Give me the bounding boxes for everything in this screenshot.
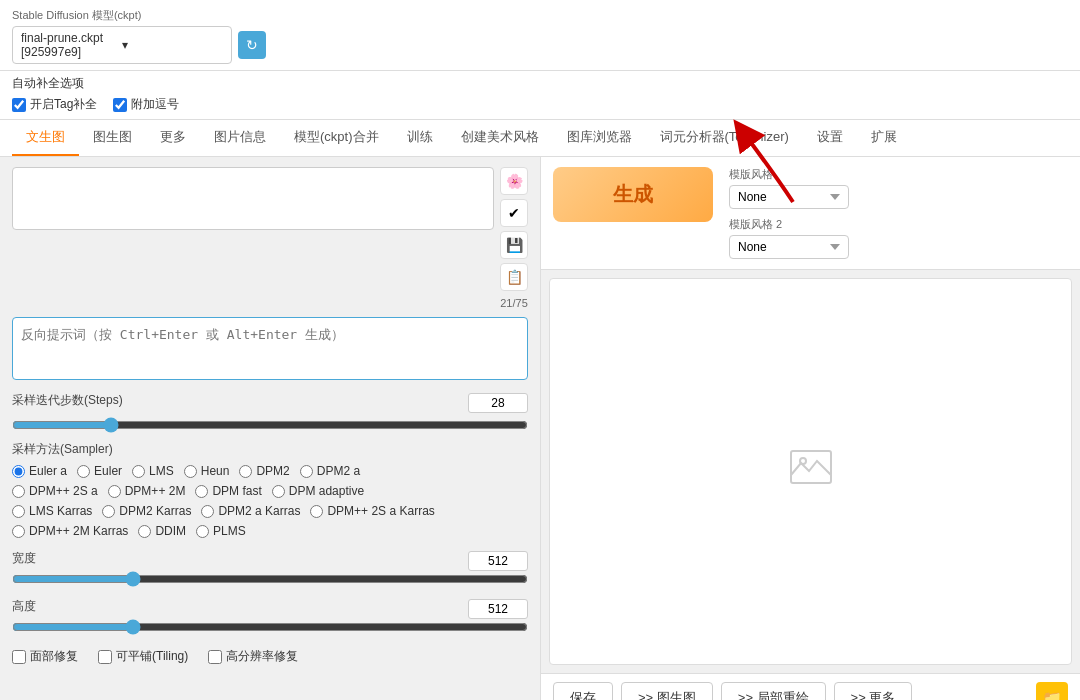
- width-label: 宽度: [12, 550, 36, 567]
- bottom-buttons: 保存 >> 图生图 >> 局部重绘 >> 更多 📁: [541, 673, 1080, 700]
- right-panel: 生成 模版风格 None Style1 模版风格 2 No: [540, 157, 1080, 700]
- sampler-heun[interactable]: Heun: [184, 464, 230, 478]
- token-count: 21/75: [500, 297, 528, 309]
- sampler-dpmpp2sa[interactable]: DPM++ 2S a: [12, 484, 98, 498]
- steps-input[interactable]: [468, 393, 528, 413]
- tab-gallery[interactable]: 图库浏览器: [553, 120, 646, 156]
- auto-complete-title: 自动补全选项: [12, 75, 1068, 92]
- clipboard-button[interactable]: 📋: [500, 263, 528, 291]
- tab-create-style[interactable]: 创建美术风格: [447, 120, 553, 156]
- sampler-euler[interactable]: Euler: [77, 464, 122, 478]
- prompt-input[interactable]: [12, 167, 494, 230]
- sampler-dpmpp2m[interactable]: DPM++ 2M: [108, 484, 186, 498]
- sampler-dpmpp2sakarras[interactable]: DPM++ 2S a Karras: [310, 504, 434, 518]
- style1-label: 模版风格: [729, 167, 849, 182]
- tab-train[interactable]: 训练: [393, 120, 447, 156]
- side-icons: 🌸 ✔ 💾 📋 21/75: [500, 167, 528, 309]
- sampler-dpmfast[interactable]: DPM fast: [195, 484, 261, 498]
- sampler-euler-a[interactable]: Euler a: [12, 464, 67, 478]
- height-slider[interactable]: [12, 619, 528, 635]
- model-chevron-icon: ▾: [122, 38, 223, 52]
- height-label: 高度: [12, 598, 36, 615]
- more-btn[interactable]: >> 更多: [834, 682, 913, 700]
- tiling-label: 可平铺(Tiling): [116, 648, 188, 665]
- tab-img2img[interactable]: 图生图: [79, 120, 146, 156]
- model-label: Stable Diffusion 模型(ckpt): [12, 8, 1068, 23]
- left-panel: 🌸 ✔ 💾 📋 21/75 采样迭代步数(Steps) 采样方法(Sampler…: [0, 157, 540, 700]
- folder-button[interactable]: 📁: [1036, 682, 1068, 700]
- sampler-lmskarras[interactable]: LMS Karras: [12, 504, 92, 518]
- save-btn[interactable]: 保存: [553, 682, 613, 700]
- hires-fix-checkbox-label[interactable]: 高分辨率修复: [208, 648, 298, 665]
- img2img-btn[interactable]: >> 图生图: [621, 682, 713, 700]
- tag-complete-label: 开启Tag补全: [30, 96, 97, 113]
- sampler-lms[interactable]: LMS: [132, 464, 174, 478]
- width-slider[interactable]: [12, 571, 528, 587]
- height-input[interactable]: [468, 599, 528, 619]
- inpaint-btn[interactable]: >> 局部重绘: [721, 682, 826, 700]
- style2-select[interactable]: None Style2: [729, 235, 849, 259]
- tab-imginfo[interactable]: 图片信息: [200, 120, 280, 156]
- face-restore-checkbox-label[interactable]: 面部修复: [12, 648, 78, 665]
- tabs-bar: 文生图 图生图 更多 图片信息 模型(ckpt)合并 训练 创建美术风格 图库浏…: [0, 120, 1080, 157]
- sampler-dpm2[interactable]: DPM2: [239, 464, 289, 478]
- comma-checkbox[interactable]: [113, 98, 127, 112]
- sampler-dpm2akarras[interactable]: DPM2 a Karras: [201, 504, 300, 518]
- width-input[interactable]: [468, 551, 528, 571]
- face-restore-label: 面部修复: [30, 648, 78, 665]
- image-placeholder-icon: [787, 443, 835, 500]
- save-button[interactable]: 💾: [500, 231, 528, 259]
- steps-label: 采样迭代步数(Steps): [12, 392, 123, 409]
- style1-select[interactable]: None Style1: [729, 185, 849, 209]
- flower-button[interactable]: 🌸: [500, 167, 528, 195]
- check-button[interactable]: ✔: [500, 199, 528, 227]
- hires-fix-checkbox[interactable]: [208, 650, 222, 664]
- steps-slider[interactable]: [12, 417, 528, 433]
- sampler-label: 采样方法(Sampler): [12, 441, 528, 458]
- tiling-checkbox-label[interactable]: 可平铺(Tiling): [98, 648, 188, 665]
- tab-merge[interactable]: 模型(ckpt)合并: [280, 120, 393, 156]
- tab-more[interactable]: 更多: [146, 120, 200, 156]
- right-top: 生成 模版风格 None Style1 模版风格 2 No: [541, 157, 1080, 270]
- sampler-dpm2karras[interactable]: DPM2 Karras: [102, 504, 191, 518]
- tiling-checkbox[interactable]: [98, 650, 112, 664]
- negative-prompt-input[interactable]: [12, 317, 528, 380]
- style2-group: 模版风格 2 None Style2: [729, 217, 849, 259]
- image-preview-area: [549, 278, 1072, 665]
- sampler-ddim[interactable]: DDIM: [138, 524, 186, 538]
- style1-group: 模版风格 None Style1: [729, 167, 849, 209]
- comma-checkbox-label[interactable]: 附加逗号: [113, 96, 179, 113]
- hires-fix-label: 高分辨率修复: [226, 648, 298, 665]
- refresh-button[interactable]: ↻: [238, 31, 266, 59]
- generate-button[interactable]: 生成: [553, 167, 713, 222]
- model-value: final-prune.ckpt [925997e9]: [21, 31, 122, 59]
- tab-tokenizer[interactable]: 词元分析器(Tokenizer): [646, 120, 803, 156]
- tab-txt2img[interactable]: 文生图: [12, 120, 79, 156]
- sampler-dpm2a[interactable]: DPM2 a: [300, 464, 360, 478]
- sampler-plms[interactable]: PLMS: [196, 524, 246, 538]
- style2-label: 模版风格 2: [729, 217, 849, 232]
- svg-point-2: [800, 458, 806, 464]
- tab-extensions[interactable]: 扩展: [857, 120, 911, 156]
- sampler-dpmadaptive[interactable]: DPM adaptive: [272, 484, 364, 498]
- face-restore-checkbox[interactable]: [12, 650, 26, 664]
- model-select[interactable]: final-prune.ckpt [925997e9] ▾: [12, 26, 232, 64]
- comma-label: 附加逗号: [131, 96, 179, 113]
- sampler-dpmpp2mkarras[interactable]: DPM++ 2M Karras: [12, 524, 128, 538]
- tab-settings[interactable]: 设置: [803, 120, 857, 156]
- tag-complete-checkbox[interactable]: [12, 98, 26, 112]
- tag-complete-checkbox-label[interactable]: 开启Tag补全: [12, 96, 97, 113]
